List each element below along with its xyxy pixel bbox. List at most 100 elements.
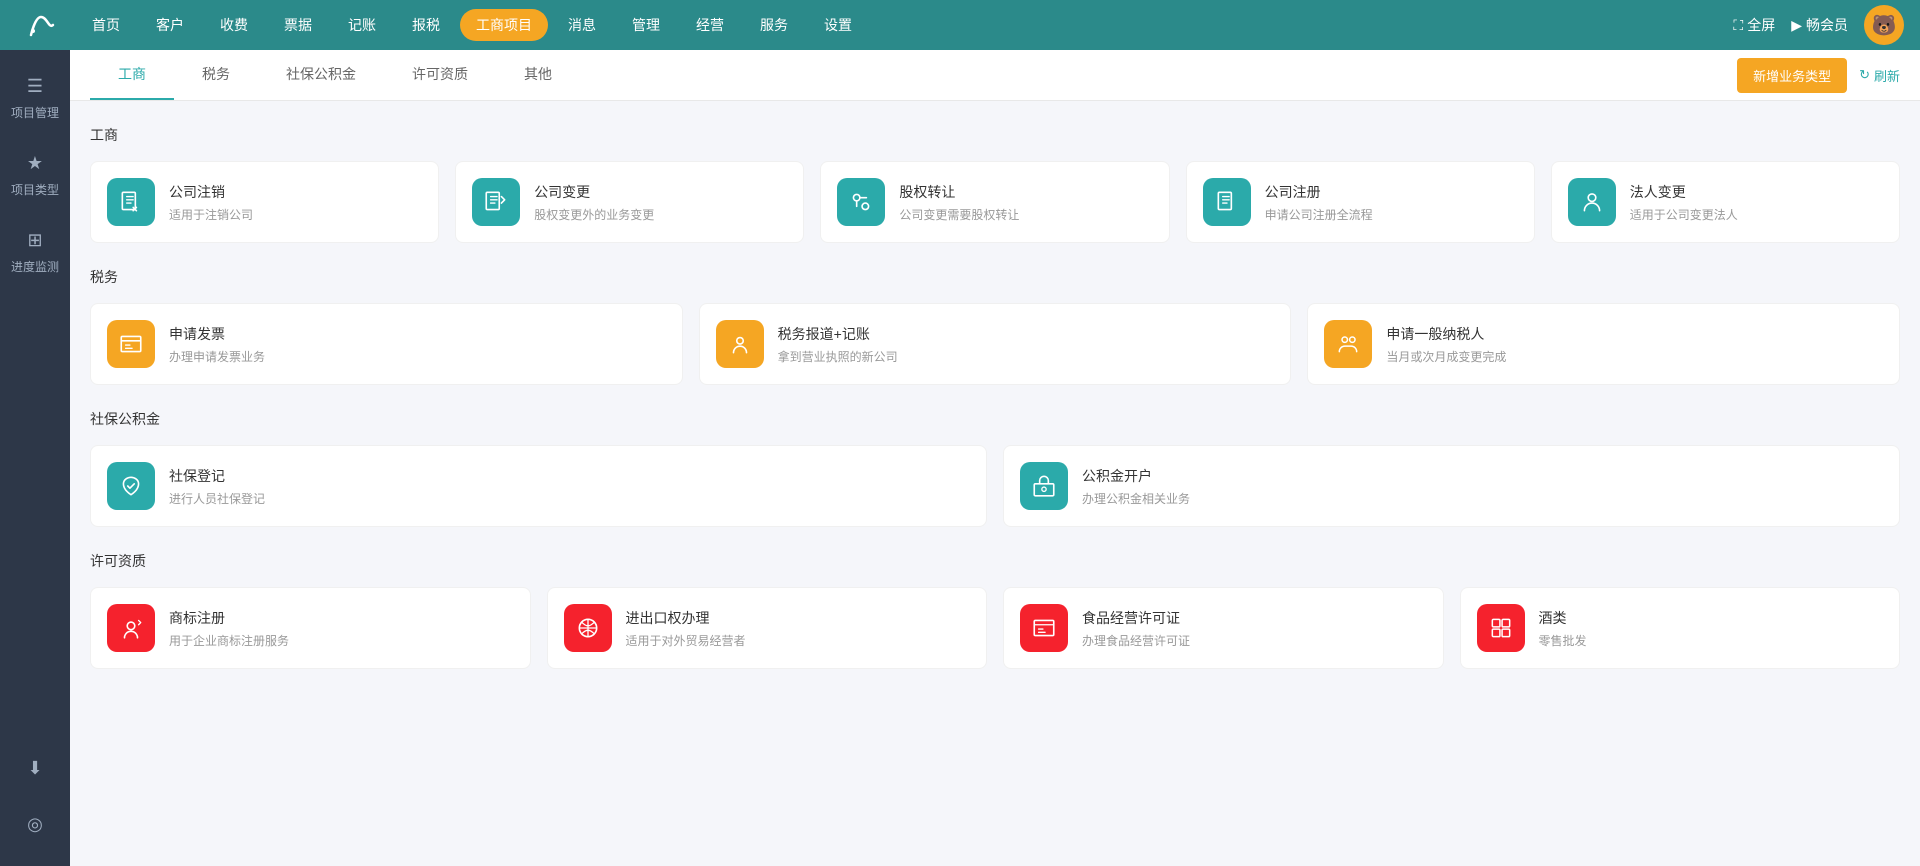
xuke-cards: 商标注册 用于企业商标注册服务 进出口权办理 适用于对外贸易经营者 [90, 587, 1900, 669]
section-title-gongshang: 工商 [90, 125, 1900, 145]
apply-invoice-info: 申请发票 办理申请发票业务 [169, 324, 265, 365]
refresh-button[interactable]: ↻ 刷新 [1859, 66, 1900, 85]
food-license-icon [1020, 604, 1068, 652]
legal-change-title: 法人变更 [1630, 182, 1738, 202]
social-security-desc: 进行人员社保登记 [169, 490, 265, 507]
main-layout: ☰ 项目管理 ★ 项目类型 ⊞ 进度监测 ⬇ ◎ 工商 税务 社保公积金 [0, 50, 1920, 866]
food-license-desc: 办理食品经营许可证 [1082, 632, 1190, 649]
mascot-avatar: 🐻 [1864, 5, 1904, 45]
general-taxpayer-desc: 当月或次月成变更完成 [1386, 348, 1506, 365]
social-security-info: 社保登记 进行人员社保登记 [169, 466, 265, 507]
trademark-desc: 用于企业商标注册服务 [169, 632, 289, 649]
card-company-change[interactable]: 公司变更 股权变更外的业务变更 [455, 161, 804, 243]
add-type-button[interactable]: 新增业务类型 [1737, 58, 1847, 93]
apply-invoice-icon [107, 320, 155, 368]
tabs-list: 工商 税务 社保公积金 许可资质 其他 [90, 50, 580, 100]
company-register-title: 公司注册 [1265, 182, 1373, 202]
shuiwu-cards: 申请发票 办理申请发票业务 税务报道+记账 拿到营业执照的新公司 [90, 303, 1900, 385]
nav-industry[interactable]: 工商项目 [460, 9, 548, 41]
alcohol-icon [1477, 604, 1525, 652]
nav-settings[interactable]: 设置 [808, 9, 868, 41]
tab-shebao[interactable]: 社保公积金 [258, 50, 384, 100]
company-cancel-desc: 适用于注销公司 [169, 206, 253, 223]
sidebar-item-progress[interactable]: ⊞ 进度监测 [0, 214, 70, 287]
legal-change-desc: 适用于公司变更法人 [1630, 206, 1738, 223]
nav-service[interactable]: 服务 [744, 9, 804, 41]
nav-fee[interactable]: 收费 [204, 9, 264, 41]
nav-manage[interactable]: 管理 [616, 9, 676, 41]
download-icon: ⬇ [21, 754, 49, 782]
content-area: 工商 税务 社保公积金 许可资质 其他 新增业务类型 ↻ 刷新 工商 [70, 50, 1920, 866]
tax-report-icon [716, 320, 764, 368]
nav-invoice[interactable]: 票据 [268, 9, 328, 41]
company-cancel-info: 公司注销 适用于注销公司 [169, 182, 253, 223]
import-export-info: 进出口权办理 适用于对外贸易经营者 [626, 608, 746, 649]
card-import-export[interactable]: 进出口权办理 适用于对外贸易经营者 [547, 587, 988, 669]
card-food-license[interactable]: 食品经营许可证 办理食品经营许可证 [1003, 587, 1444, 669]
alcohol-title: 酒类 [1539, 608, 1587, 628]
apply-invoice-title: 申请发票 [169, 324, 265, 344]
housing-fund-icon [1020, 462, 1068, 510]
nav-client[interactable]: 客户 [140, 9, 200, 41]
tax-report-desc: 拿到营业执照的新公司 [778, 348, 898, 365]
card-apply-invoice[interactable]: 申请发票 办理申请发票业务 [90, 303, 683, 385]
sidebar-download[interactable]: ⬇ [0, 742, 70, 794]
company-change-info: 公司变更 股权变更外的业务变更 [534, 182, 654, 223]
legal-change-info: 法人变更 适用于公司变更法人 [1630, 182, 1738, 223]
card-social-security[interactable]: 社保登记 进行人员社保登记 [90, 445, 987, 527]
company-register-info: 公司注册 申请公司注册全流程 [1265, 182, 1373, 223]
equity-transfer-title: 股权转让 [899, 182, 1019, 202]
sidebar-bottom: ⬇ ◎ [0, 742, 70, 866]
card-tax-report[interactable]: 税务报道+记账 拿到营业执照的新公司 [699, 303, 1292, 385]
nav-bookkeeping[interactable]: 记账 [332, 9, 392, 41]
tab-other[interactable]: 其他 [496, 50, 580, 100]
nav-home[interactable]: 首页 [76, 9, 136, 41]
fullscreen-button[interactable]: ⛶ 全屏 [1733, 15, 1775, 35]
sidebar-location[interactable]: ◎ [0, 798, 70, 850]
section-title-xuke: 许可资质 [90, 551, 1900, 571]
section-title-shuiwu: 税务 [90, 267, 1900, 287]
card-equity-transfer[interactable]: 股权转让 公司变更需要股权转让 [820, 161, 1169, 243]
card-housing-fund[interactable]: 公积金开户 办理公积金相关业务 [1003, 445, 1900, 527]
project-type-icon: ★ [21, 149, 49, 177]
section-title-shebao: 社保公积金 [90, 409, 1900, 429]
company-change-title: 公司变更 [534, 182, 654, 202]
alcohol-info: 酒类 零售批发 [1539, 608, 1587, 649]
trademark-icon [107, 604, 155, 652]
sidebar: ☰ 项目管理 ★ 项目类型 ⊞ 进度监测 ⬇ ◎ [0, 50, 70, 866]
nav-items: 首页 客户 收费 票据 记账 报税 工商项目 消息 管理 经营 服务 设置 [76, 9, 1733, 41]
tab-shuiwu[interactable]: 税务 [174, 50, 258, 100]
card-legal-change[interactable]: 法人变更 适用于公司变更法人 [1551, 161, 1900, 243]
equity-transfer-info: 股权转让 公司变更需要股权转让 [899, 182, 1019, 223]
import-export-desc: 适用于对外贸易经营者 [626, 632, 746, 649]
tab-xuke[interactable]: 许可资质 [384, 50, 496, 100]
social-security-icon [107, 462, 155, 510]
gongshang-cards: 公司注销 适用于注销公司 公司变更 股权变更外的业务变更 [90, 161, 1900, 243]
card-company-register[interactable]: 公司注册 申请公司注册全流程 [1186, 161, 1535, 243]
tab-gongshang[interactable]: 工商 [90, 50, 174, 100]
sidebar-item-project-type[interactable]: ★ 项目类型 [0, 137, 70, 210]
import-export-title: 进出口权办理 [626, 608, 746, 628]
tabs-header: 工商 税务 社保公积金 许可资质 其他 新增业务类型 ↻ 刷新 [70, 50, 1920, 101]
card-trademark[interactable]: 商标注册 用于企业商标注册服务 [90, 587, 531, 669]
vip-button[interactable]: ▶ 畅会员 [1791, 15, 1848, 35]
tax-report-title: 税务报道+记账 [778, 324, 898, 344]
nav-tax[interactable]: 报税 [396, 9, 456, 41]
card-general-taxpayer[interactable]: 申请一般纳税人 当月或次月成变更完成 [1307, 303, 1900, 385]
food-license-title: 食品经营许可证 [1082, 608, 1190, 628]
nav-operation[interactable]: 经营 [680, 9, 740, 41]
scroll-content[interactable]: 工商 公司注销 适用于注销公司 公司变更 [70, 101, 1920, 866]
sidebar-item-project-manage[interactable]: ☰ 项目管理 [0, 60, 70, 133]
tax-report-info: 税务报道+记账 拿到营业执照的新公司 [778, 324, 898, 365]
alcohol-desc: 零售批发 [1539, 632, 1587, 649]
tabs-actions: 新增业务类型 ↻ 刷新 [1737, 58, 1900, 93]
card-company-cancel[interactable]: 公司注销 适用于注销公司 [90, 161, 439, 243]
social-security-title: 社保登记 [169, 466, 265, 486]
refresh-icon: ↻ [1859, 67, 1870, 83]
card-alcohol[interactable]: 酒类 零售批发 [1460, 587, 1901, 669]
company-register-icon [1203, 178, 1251, 226]
general-taxpayer-icon [1324, 320, 1372, 368]
nav-message[interactable]: 消息 [552, 9, 612, 41]
general-taxpayer-info: 申请一般纳税人 当月或次月成变更完成 [1386, 324, 1506, 365]
trademark-title: 商标注册 [169, 608, 289, 628]
